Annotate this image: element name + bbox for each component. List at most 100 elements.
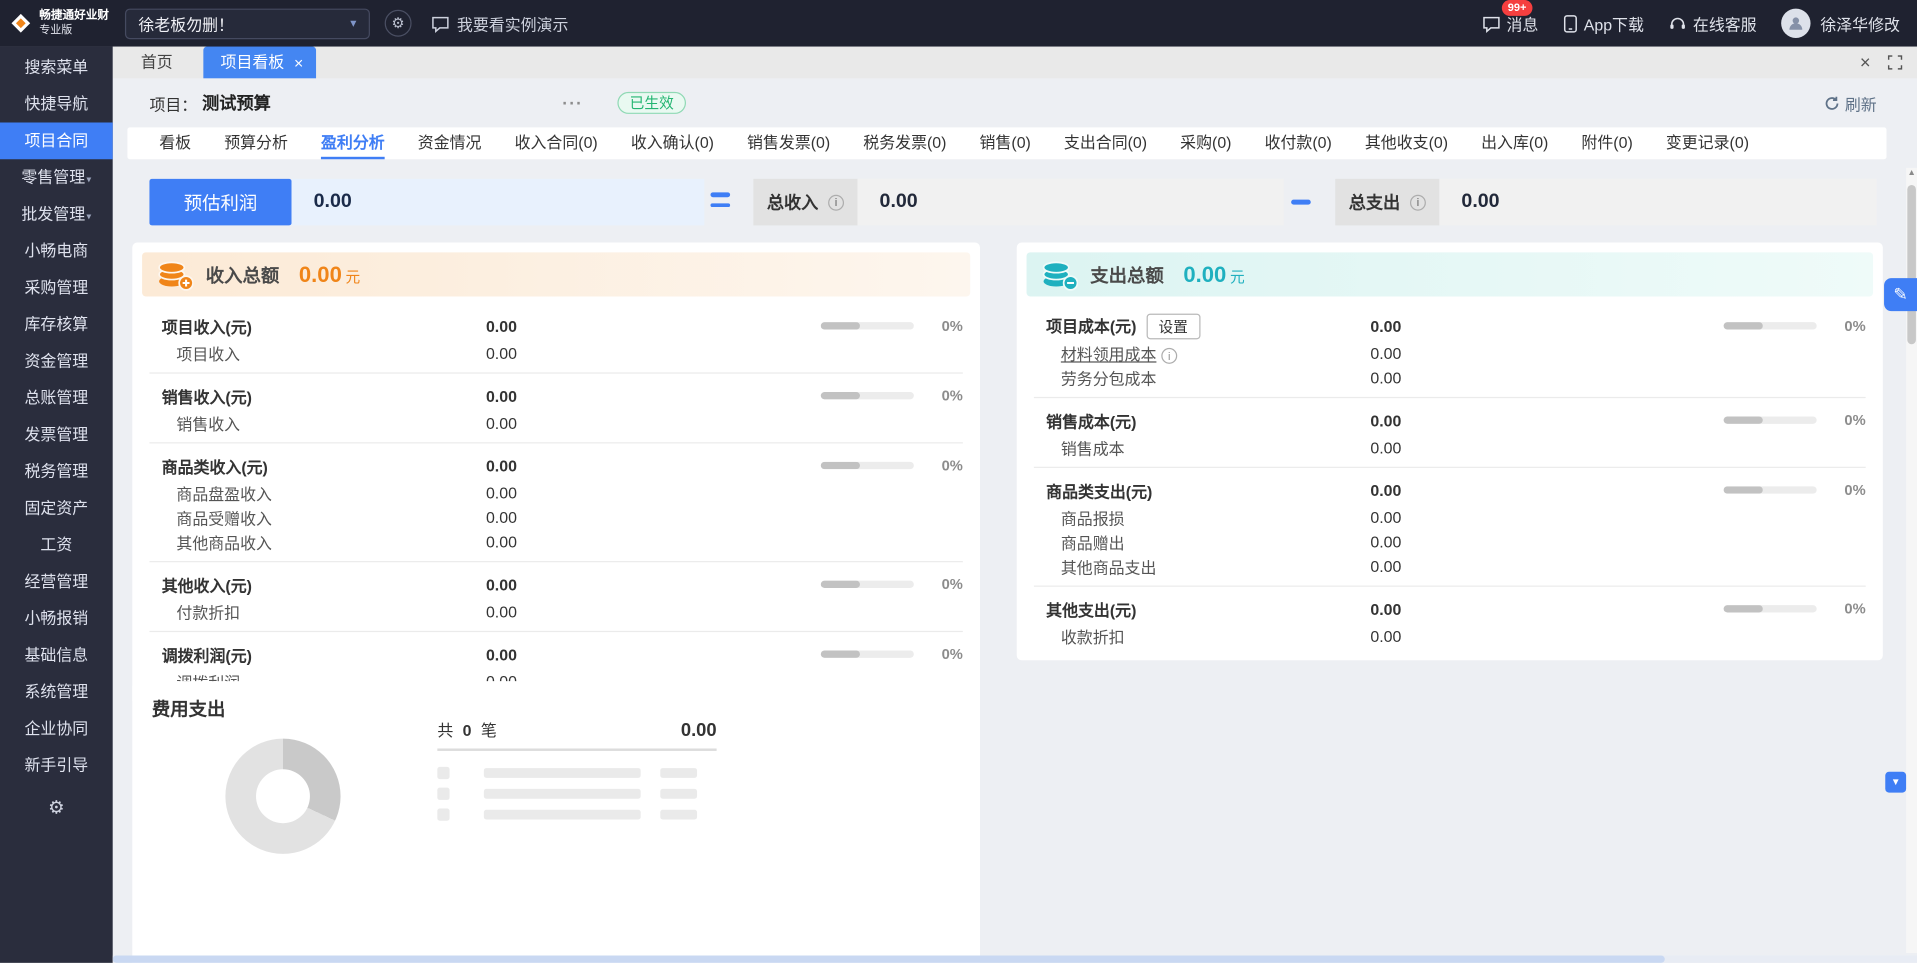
divider xyxy=(149,630,963,633)
total-expense-segment: 总支出 i 0.00 xyxy=(1335,178,1877,226)
messages-badge: 99+ xyxy=(1501,0,1533,16)
progress-bar xyxy=(1723,416,1817,424)
subtab-sales[interactable]: 销售(0) xyxy=(980,127,1031,159)
group-label: 调拨利润(元) xyxy=(161,646,252,665)
feedback-note-widget[interactable]: ✎ xyxy=(1884,278,1917,312)
username: 徐泽华修改 xyxy=(1820,15,1900,34)
subtab-other-income-expense[interactable]: 其他收支(0) xyxy=(1365,127,1448,159)
subtab-purchase[interactable]: 采购(0) xyxy=(1180,127,1231,159)
detail-label-cell: 商品受赠收入 xyxy=(149,505,357,528)
sidebar-item-general-ledger[interactable]: 总账管理 xyxy=(0,380,113,417)
info-icon[interactable]: i xyxy=(1161,347,1178,364)
sidebar-item-wholesale-mgmt[interactable]: 批发管理▾ xyxy=(0,196,113,233)
app-logo: 畅捷通好业财 专业版 xyxy=(0,9,113,38)
info-icon[interactable]: i xyxy=(828,194,845,211)
messages-button[interactable]: 99+ 消息 xyxy=(1482,0,1538,35)
detail-link[interactable]: 材料领用成本 xyxy=(1061,345,1157,363)
fullscreen-icon[interactable] xyxy=(1887,55,1903,70)
info-icon[interactable]: i xyxy=(1409,194,1426,211)
detail-label-cell: 商品报损 xyxy=(1034,505,1242,528)
percent-label: 0% xyxy=(941,456,963,475)
logo-title: 畅捷通好业财 xyxy=(39,8,110,23)
subtab-funds-status[interactable]: 资金情况 xyxy=(418,127,482,159)
sidebar-item-purchase-mgmt[interactable]: 采购管理 xyxy=(0,270,113,307)
estimated-profit-button[interactable]: 预估利润 xyxy=(149,178,292,226)
group-label: 其他收入(元) xyxy=(161,576,252,595)
vertical-scrollbar-thumb[interactable] xyxy=(1907,184,1916,345)
detail-label-cell: 其他商品支出 xyxy=(1034,554,1242,577)
tab-project-board[interactable]: 项目看板 × xyxy=(203,46,316,79)
equals-icon xyxy=(710,192,731,208)
subtab-sales-invoice[interactable]: 销售发票(0) xyxy=(747,127,830,159)
sidebar-gear-button[interactable]: ⚙ xyxy=(0,796,113,818)
subtab-profit-analysis[interactable]: 盈利分析 xyxy=(320,127,385,160)
workspace-selector-value: 徐老板勿删！ xyxy=(138,15,234,34)
avatar xyxy=(1781,8,1811,38)
horizontal-scrollbar-thumb[interactable] xyxy=(112,955,1665,963)
divider xyxy=(149,561,963,563)
sidebar-item-funds-mgmt[interactable]: 资金管理 xyxy=(0,343,113,380)
close-icon[interactable]: × xyxy=(294,55,303,71)
settings-gear-button[interactable]: ⚙ xyxy=(384,9,412,37)
total-expense-text: 总支出 xyxy=(1348,192,1401,212)
sidebar-item-label: 系统管理 xyxy=(24,682,89,701)
demo-link[interactable]: 我要看实例演示 xyxy=(431,12,568,35)
estimated-profit-segment: 预估利润 0.00 xyxy=(149,178,705,226)
scroll-down-button[interactable]: ▼ xyxy=(1885,771,1907,793)
sidebar-item-search-menu[interactable]: 搜索菜单 xyxy=(0,49,113,86)
subtab-income-contract[interactable]: 收入合同(0) xyxy=(515,127,598,159)
settings-button[interactable]: 设置 xyxy=(1146,312,1201,339)
subtab-attachments[interactable]: 附件(0) xyxy=(1581,127,1632,159)
group-header-row: 销售收入(元) 0.00 0% xyxy=(149,381,963,410)
sidebar-item-label: 经营管理 xyxy=(24,572,89,591)
subtab-budget-analysis[interactable]: 预算分析 xyxy=(224,127,288,159)
chevron-down-icon: ▾ xyxy=(350,16,357,31)
app-download-button[interactable]: App下载 xyxy=(1563,12,1644,35)
tab-home[interactable]: 首页 xyxy=(123,47,192,79)
sidebar-item-label: 零售管理 xyxy=(21,167,86,187)
subtab-receipts-payments[interactable]: 收付款(0) xyxy=(1265,127,1332,159)
more-button[interactable]: ··· xyxy=(562,93,583,113)
income-panel-title: 收入总额 xyxy=(205,265,280,287)
horizontal-scrollbar[interactable] xyxy=(112,955,1917,963)
sidebar-item-business-mgmt[interactable]: 经营管理 xyxy=(0,564,113,601)
subtab-income-confirm[interactable]: 收入确认(0) xyxy=(631,127,714,159)
subtab-tax-invoice[interactable]: 税务发票(0) xyxy=(863,127,946,159)
sidebar-item-xiaochang-expense[interactable]: 小畅报销 xyxy=(0,600,113,637)
sidebar-item-tax-mgmt[interactable]: 税务管理 xyxy=(0,453,113,490)
subtab-expense-contract[interactable]: 支出合同(0) xyxy=(1064,127,1147,159)
sidebar-item-fixed-assets[interactable]: 固定资产 xyxy=(0,490,113,527)
divider xyxy=(1033,585,1866,587)
sidebar-item-system-mgmt[interactable]: 系统管理 xyxy=(0,674,113,711)
progress-fill xyxy=(820,322,860,330)
subtab-in-out-warehouse[interactable]: 出入库(0) xyxy=(1481,127,1548,159)
sidebar-item-project-contract[interactable]: 项目合同 xyxy=(0,122,113,160)
close-all-icon[interactable]: × xyxy=(1860,52,1871,73)
detail-label: 收款折扣 xyxy=(1060,627,1125,647)
chevron-down-icon: ▾ xyxy=(86,173,92,185)
expense-total-value: 0.00 xyxy=(1183,261,1227,287)
online-service-button[interactable]: 在线客服 xyxy=(1668,12,1757,35)
sidebar-item-retail-mgmt[interactable]: 零售管理▾ xyxy=(0,159,113,196)
user-menu[interactable]: 徐泽华修改 xyxy=(1781,8,1900,38)
status-badge: 已生效 xyxy=(617,91,687,114)
progress-fill xyxy=(1723,322,1763,330)
sidebar-item-inventory-accounting[interactable]: 库存核算 xyxy=(0,306,113,343)
refresh-button[interactable]: 刷新 xyxy=(1824,91,1877,114)
sidebar-item-quick-nav[interactable]: 快捷导航 xyxy=(0,86,113,123)
subtab-kanban[interactable]: 看板 xyxy=(159,127,191,159)
subtab-bar: 看板 预算分析 盈利分析 资金情况 收入合同(0) 收入确认(0) 销售发票(0) 税务发票(… xyxy=(127,127,1887,160)
scroll-up-arrow-icon[interactable]: ▲ xyxy=(1906,168,1917,180)
sidebar-item-beginner-guide[interactable]: 新手引导 xyxy=(0,747,113,784)
subtab-change-records[interactable]: 变更记录(0) xyxy=(1666,127,1749,159)
sidebar-item-payroll[interactable]: 工资 xyxy=(0,527,113,564)
topbar-right: 99+ 消息 App下载 在线客服 徐泽华修改 xyxy=(1482,0,1900,38)
sidebar-item-basic-info[interactable]: 基础信息 xyxy=(0,637,113,674)
sidebar-item-invoice-mgmt[interactable]: 发票管理 xyxy=(0,417,113,454)
detail-value: 0.00 xyxy=(485,507,517,527)
expense-panel-body: 项目成本(元) 设置 0.00 0% 材料领用成本 i 0.00 劳务分包成本 0.00 销售成本… xyxy=(1017,306,1883,660)
sidebar-item-enterprise-collab[interactable]: 企业协同 xyxy=(0,711,113,748)
sidebar-item-xiaochang-ecommerce[interactable]: 小畅电商 xyxy=(0,233,113,270)
progress-bar xyxy=(1723,322,1817,330)
workspace-selector[interactable]: 徐老板勿删！ ▾ xyxy=(124,7,370,39)
